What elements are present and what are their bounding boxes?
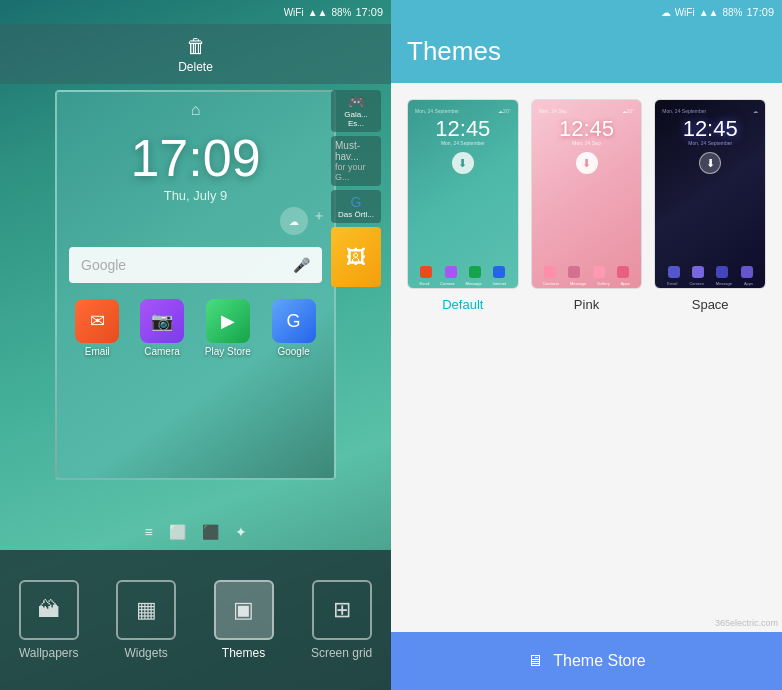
time-right: 17:09: [746, 6, 774, 18]
nav-dots: ≡ ⬜ ⬛ ✦: [0, 524, 391, 540]
menu-wallpapers[interactable]: 🏔 Wallpapers: [11, 572, 87, 668]
delete-label: Delete: [178, 60, 213, 74]
theme-thumbnail-pink: Mon, 24 Sep ☁20° 12:45 Mon, 24 Sep ⬇: [531, 99, 643, 289]
signal-icon-right: ▲▲: [699, 7, 719, 18]
themes-grid: Mon, 24 September ☁20° 12:45 Mon, 24 Sep…: [391, 83, 782, 632]
gallery-app-strip: 🖼: [331, 227, 381, 287]
camera-app-icon: 📷: [140, 299, 184, 343]
playstore-app-icon: ▶: [206, 299, 250, 343]
menu-widgets[interactable]: ▦ Widgets: [108, 572, 184, 668]
delete-area[interactable]: 🗑 Delete: [0, 24, 391, 84]
themes-header: Themes: [391, 24, 782, 83]
phone-screen-preview: ⌂ 17:09 Thu, July 9 ☁ ＋ Google 🎤 ✉ Email…: [55, 90, 336, 480]
wallpapers-label: Wallpapers: [19, 646, 79, 660]
add-widget-icon: ＋: [312, 207, 326, 235]
nav-dot-3: ⬛: [202, 524, 219, 540]
screen-grid-icon: ⊞: [312, 580, 372, 640]
theme-card-pink[interactable]: Mon, 24 Sep ☁20° 12:45 Mon, 24 Sep ⬇: [531, 99, 643, 616]
widgets-label: Widgets: [124, 646, 167, 660]
themes-label: Themes: [222, 646, 265, 660]
theme-store-icon: 🖥: [527, 652, 543, 670]
app-camera: 📷 Camera: [140, 299, 184, 357]
theme-name-pink: Pink: [574, 297, 599, 312]
mic-icon: 🎤: [293, 257, 310, 273]
screen-grid-label: Screen grid: [311, 646, 372, 660]
status-bar-right: ☁ WiFi ▲▲ 88% 17:09: [391, 0, 782, 24]
menu-themes[interactable]: ▣ Themes: [206, 572, 282, 668]
app-playstore: ▶ Play Store: [205, 299, 251, 357]
home-icon: ⌂: [191, 101, 201, 119]
theme-name-space: Space: [692, 297, 729, 312]
preview-date: Thu, July 9: [57, 188, 334, 203]
preview-time: 17:09: [57, 132, 334, 184]
themes-title: Themes: [407, 36, 766, 67]
strip-item-3: G Das Örtl...: [331, 190, 381, 223]
theme-store-label: Theme Store: [553, 652, 645, 670]
wifi-icon-right: WiFi: [675, 7, 695, 18]
email-app-icon: ✉: [75, 299, 119, 343]
delete-icon: 🗑: [186, 35, 206, 58]
strip-item-2: Must-hav... for your G...: [331, 136, 381, 186]
google-app-icon: G: [272, 299, 316, 343]
nav-dot-1: ≡: [144, 524, 152, 540]
time-left: 17:09: [355, 6, 383, 18]
bottom-menu: 🏔 Wallpapers ▦ Widgets ▣ Themes ⊞ Screen…: [0, 550, 391, 690]
nav-dot-2: ⬜: [169, 524, 186, 540]
theme-store-button[interactable]: 🖥 Theme Store: [391, 632, 782, 690]
battery-left: 88%: [331, 7, 351, 18]
google-app-label: Google: [277, 346, 309, 357]
theme-name-default: Default: [442, 297, 483, 312]
theme-card-default[interactable]: Mon, 24 September ☁20° 12:45 Mon, 24 Sep…: [407, 99, 519, 616]
battery-right: 88%: [722, 7, 742, 18]
wallpapers-icon: 🏔: [19, 580, 79, 640]
menu-screen-grid[interactable]: ⊞ Screen grid: [303, 572, 380, 668]
widgets-icon: ▦: [116, 580, 176, 640]
strip-item-1: 🎮 Gala... Es...: [331, 90, 381, 132]
app-dock: ✉ Email 📷 Camera ▶ Play Store G Google: [57, 291, 334, 361]
camera-app-label: Camera: [144, 346, 180, 357]
search-placeholder: Google: [81, 257, 126, 273]
left-panel: WiFi ▲▲ 88% 17:09 🗑 Delete ⌂ 17:09 Thu, …: [0, 0, 391, 690]
nav-dot-4: ✦: [235, 524, 247, 540]
email-app-label: Email: [85, 346, 110, 357]
app-google: G Google: [272, 299, 316, 357]
wifi-icon-left: WiFi: [284, 7, 304, 18]
app-email: ✉ Email: [75, 299, 119, 357]
right-panel: ☁ WiFi ▲▲ 88% 17:09 Themes Mon, 24 Septe…: [391, 0, 782, 690]
theme-thumbnail-default: Mon, 24 September ☁20° 12:45 Mon, 24 Sep…: [407, 99, 519, 289]
cloud-icon-right: ☁: [661, 7, 671, 18]
weather-widget: ☁: [280, 207, 308, 235]
theme-card-space[interactable]: Mon, 24 September ☁ 12:45 Mon, 24 Septem…: [654, 99, 766, 616]
right-strip: 🎮 Gala... Es... Must-hav... for your G..…: [331, 90, 381, 287]
signal-icon-left: ▲▲: [308, 7, 328, 18]
playstore-app-label: Play Store: [205, 346, 251, 357]
themes-icon: ▣: [214, 580, 274, 640]
status-bar-left: WiFi ▲▲ 88% 17:09: [0, 0, 391, 24]
theme-thumbnail-space: Mon, 24 September ☁ 12:45 Mon, 24 Septem…: [654, 99, 766, 289]
google-search-bar[interactable]: Google 🎤: [69, 247, 322, 283]
watermark: 365electric.com: [715, 618, 778, 628]
